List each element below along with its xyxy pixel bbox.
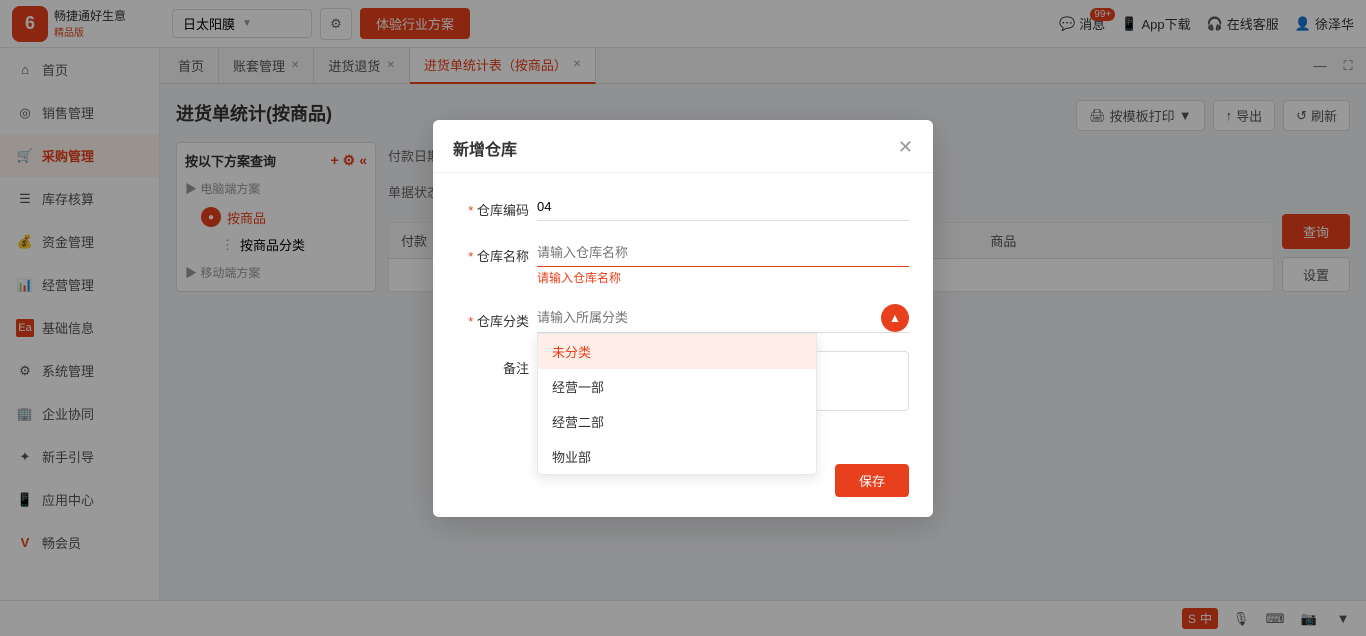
add-warehouse-dialog: 新增仓库 ✕ * 仓库编码 * 仓库名称 bbox=[433, 120, 933, 517]
name-error-msg: 请输入仓库名称 bbox=[537, 269, 909, 286]
form-row-code: * 仓库编码 bbox=[457, 193, 909, 221]
category-dropdown-list: 未分类 经营一部 经营二部 物业部 bbox=[537, 333, 817, 475]
save-button[interactable]: 保存 bbox=[835, 464, 909, 497]
dialog-title: 新增仓库 bbox=[453, 136, 517, 160]
code-label: * 仓库编码 bbox=[457, 193, 537, 219]
form-row-name: * 仓库名称 请输入仓库名称 bbox=[457, 239, 909, 286]
chevron-up-icon: ▲ bbox=[889, 311, 901, 325]
dropdown-item-none[interactable]: 未分类 bbox=[538, 334, 816, 369]
dropdown-item-ops2[interactable]: 经营二部 bbox=[538, 404, 816, 439]
category-field-wrap: ▲ 未分类 经营一部 经营二部 物业部 bbox=[537, 304, 909, 333]
code-input[interactable] bbox=[537, 193, 909, 221]
dropdown-item-property[interactable]: 物业部 bbox=[538, 439, 816, 474]
category-select-wrap: ▲ bbox=[537, 304, 909, 333]
dialog-body: * 仓库编码 * 仓库名称 请输入仓库名称 bbox=[433, 173, 933, 452]
form-row-category: * 仓库分类 ▲ 未分类 经营一部 经营二部 物业部 bbox=[457, 304, 909, 333]
dialog-close-button[interactable]: ✕ bbox=[898, 137, 913, 158]
dropdown-item-ops1[interactable]: 经营一部 bbox=[538, 369, 816, 404]
category-input[interactable] bbox=[537, 304, 881, 331]
name-input[interactable] bbox=[537, 239, 909, 267]
category-label: * 仓库分类 bbox=[457, 304, 537, 330]
notes-label: 备注 bbox=[457, 351, 537, 377]
name-label: * 仓库名称 bbox=[457, 239, 537, 265]
code-field-wrap bbox=[537, 193, 909, 221]
modal-overlay[interactable]: 新增仓库 ✕ * 仓库编码 * 仓库名称 bbox=[0, 0, 1366, 636]
dialog-header: 新增仓库 ✕ bbox=[433, 120, 933, 173]
category-dropdown-toggle[interactable]: ▲ bbox=[881, 304, 909, 332]
name-field-wrap: 请输入仓库名称 bbox=[537, 239, 909, 286]
